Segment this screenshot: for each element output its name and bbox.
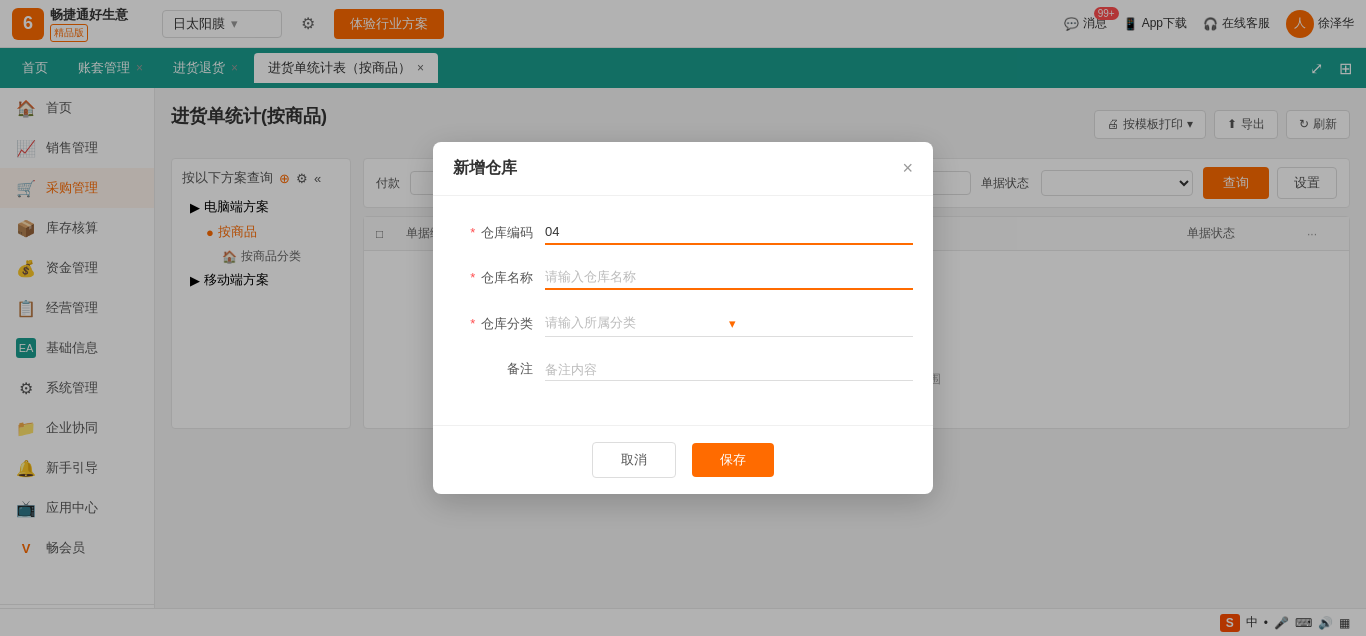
form-label-category: * 仓库分类 [453, 315, 533, 333]
form-row-code: * 仓库编码 [453, 220, 913, 245]
warehouse-name-input[interactable] [545, 265, 913, 290]
form-row-remark: 备注 [453, 357, 913, 381]
warehouse-category-select[interactable]: 请输入所属分类 ▾ [545, 310, 913, 337]
remark-input[interactable] [545, 357, 913, 381]
category-arrow-icon: ▾ [729, 316, 913, 331]
dialog-body: * 仓库编码 * 仓库名称 * 仓库分类 请输入所属 [433, 196, 933, 425]
form-label-name: * 仓库名称 [453, 269, 533, 287]
dialog-footer: 取消 保存 [433, 425, 933, 494]
dialog-close-icon[interactable]: × [902, 158, 913, 179]
category-placeholder: 请输入所属分类 [545, 314, 729, 332]
warehouse-code-input[interactable] [545, 220, 913, 245]
form-row-category: * 仓库分类 请输入所属分类 ▾ [453, 310, 913, 337]
cancel-button[interactable]: 取消 [592, 442, 676, 478]
form-label-code: * 仓库编码 [453, 224, 533, 242]
dialog-title: 新增仓库 [453, 158, 517, 179]
dialog-overlay[interactable]: 新增仓库 × * 仓库编码 * 仓库名称 [0, 0, 1366, 636]
form-row-name: * 仓库名称 [453, 265, 913, 290]
form-label-remark: 备注 [453, 360, 533, 378]
add-warehouse-dialog: 新增仓库 × * 仓库编码 * 仓库名称 [433, 142, 933, 494]
dialog-header: 新增仓库 × [433, 142, 933, 196]
save-button[interactable]: 保存 [692, 443, 774, 477]
